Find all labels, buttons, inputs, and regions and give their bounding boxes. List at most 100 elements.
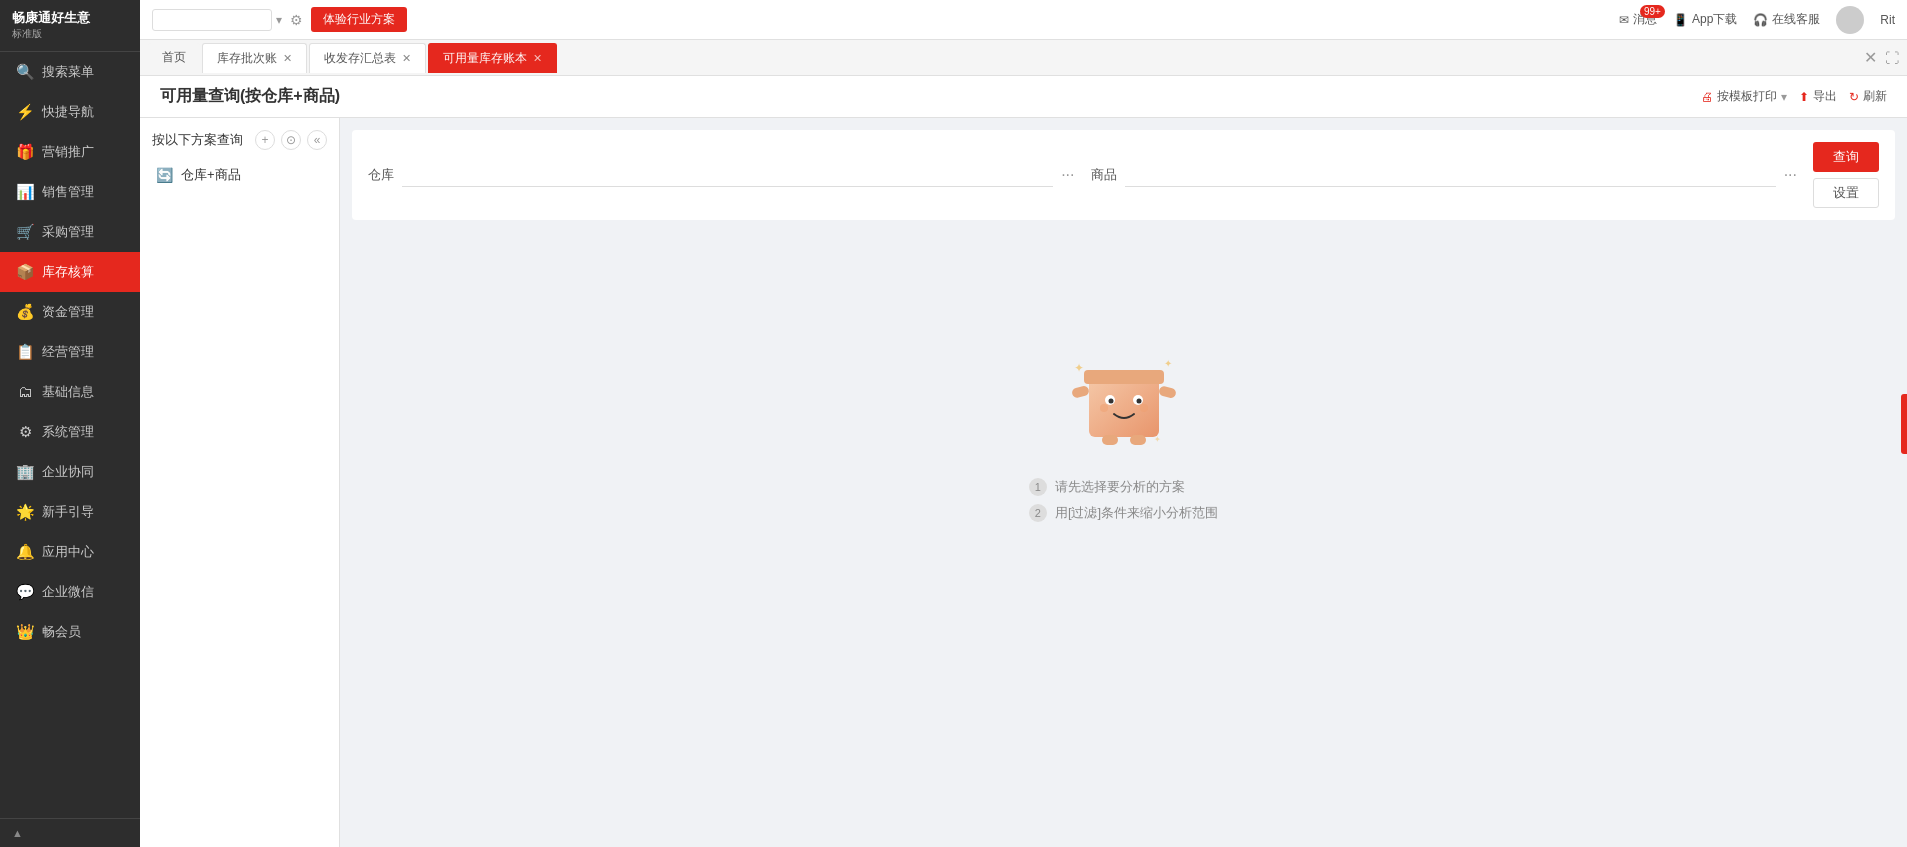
brand-name: 畅康通好生意 — [12, 10, 128, 27]
tab-receive-summary[interactable]: 收发存汇总表 ✕ — [309, 43, 426, 73]
hint-number-1: 1 — [1029, 478, 1047, 496]
message-icon: ✉ — [1619, 13, 1629, 27]
warehouse-more-icon[interactable]: ··· — [1061, 166, 1074, 184]
username[interactable]: Rit — [1880, 13, 1895, 27]
filter-header: 按以下方案查询 + ⊙ « — [140, 130, 339, 158]
sidebar-item-label: 企业微信 — [42, 583, 94, 601]
topbar-search-area: ▾ — [152, 9, 282, 31]
main-area: ▾ ⚙ 体验行业方案 ✉ 消息 99+ 📱 App下载 🎧 在线客服 — [140, 0, 1907, 847]
star-icon: 🌟 — [16, 503, 34, 521]
print-button[interactable]: 🖨 按模板打印 ▾ — [1701, 88, 1787, 105]
chat-icon: 💬 — [16, 583, 34, 601]
service-label: 在线客服 — [1772, 11, 1820, 28]
collapse-icon: ▲ — [12, 827, 23, 839]
tab-home[interactable]: 首页 — [148, 43, 200, 72]
svg-rect-9 — [1157, 385, 1176, 399]
tab-close-icon[interactable]: ✕ — [283, 52, 292, 65]
tab-close-icon[interactable]: ✕ — [533, 52, 542, 65]
sidebar-item-appcenter[interactable]: 🔔 应用中心 — [0, 532, 140, 572]
svg-text:✦: ✦ — [1074, 361, 1084, 375]
sidebar-item-search[interactable]: 🔍 搜索菜单 — [0, 52, 140, 92]
expand-icon[interactable]: ⛶ — [1885, 50, 1899, 66]
empty-hints: 1 请先选择要分析的方案 2 用[过滤]条件来缩小分析范围 — [1029, 478, 1218, 522]
sidebar-footer[interactable]: ▲ — [0, 818, 140, 847]
trial-button[interactable]: 体验行业方案 — [311, 7, 407, 32]
warehouse-input[interactable] — [402, 163, 1053, 187]
query-button[interactable]: 查询 — [1813, 142, 1879, 172]
window-close-icon[interactable]: ✕ — [1864, 48, 1877, 67]
sidebar-item-label: 销售管理 — [42, 183, 94, 201]
sidebar-item-label: 营销推广 — [42, 143, 94, 161]
folder-icon: 🗂 — [16, 383, 34, 400]
sidebar-item-member[interactable]: 👑 畅会员 — [0, 612, 140, 652]
page-title: 可用量查询(按仓库+商品) — [160, 86, 340, 107]
sidebar-item-enterprise[interactable]: 🏢 企业协同 — [0, 452, 140, 492]
sidebar-item-label: 资金管理 — [42, 303, 94, 321]
svg-text:✦: ✦ — [1154, 435, 1161, 444]
sidebar-item-inventory[interactable]: 📦 库存核算 — [0, 252, 140, 292]
message-button[interactable]: ✉ 消息 99+ — [1619, 11, 1657, 28]
crown-icon: 👑 — [16, 623, 34, 641]
settings-icon[interactable]: ⚙ — [290, 12, 303, 28]
bell-icon: 🔔 — [16, 543, 34, 561]
scheme-settings-button[interactable]: ⊙ — [281, 130, 301, 150]
sidebar-item-finance[interactable]: 💰 资金管理 — [0, 292, 140, 332]
sidebar-item-marketing[interactable]: 🎁 营销推广 — [0, 132, 140, 172]
online-service-button[interactable]: 🎧 在线客服 — [1753, 11, 1820, 28]
sidebar-item-wecom[interactable]: 💬 企业微信 — [0, 572, 140, 612]
search-input[interactable] — [152, 9, 272, 31]
clipboard-icon: 📋 — [16, 343, 34, 361]
tab-batch-ledger[interactable]: 库存批次账 ✕ — [202, 43, 307, 73]
scheme-title: 按以下方案查询 — [152, 131, 243, 149]
app-download-button[interactable]: 📱 App下载 — [1673, 11, 1737, 28]
sidebar-item-shortcut[interactable]: ⚡ 快捷导航 — [0, 92, 140, 132]
sidebar-item-system[interactable]: ⚙ 系统管理 — [0, 412, 140, 452]
svg-point-7 — [1140, 404, 1148, 412]
scheme-icon: 🔄 — [156, 167, 173, 183]
hint-number-2: 2 — [1029, 504, 1047, 522]
right-panel: 仓库 ··· 商品 ··· 查询 设置 — [340, 118, 1907, 847]
chart-icon: 📊 — [16, 183, 34, 201]
goods-field: 商品 ··· — [1091, 163, 1798, 187]
sidebar-item-label: 系统管理 — [42, 423, 94, 441]
collapse-panel-button[interactable]: « — [307, 130, 327, 150]
sidebar-item-label: 应用中心 — [42, 543, 94, 561]
sidebar-item-label: 经营管理 — [42, 343, 94, 361]
svg-rect-11 — [1130, 435, 1146, 445]
add-scheme-button[interactable]: + — [255, 130, 275, 150]
sidebar-item-purchase[interactable]: 🛒 采购管理 — [0, 212, 140, 252]
goods-more-icon[interactable]: ··· — [1784, 166, 1797, 184]
goods-label: 商品 — [1091, 166, 1117, 184]
sidebar-item-operation[interactable]: 📋 经营管理 — [0, 332, 140, 372]
sidebar-item-label: 基础信息 — [42, 383, 94, 401]
tab-close-icon[interactable]: ✕ — [402, 52, 411, 65]
warehouse-label: 仓库 — [368, 166, 394, 184]
tab-available-ledger[interactable]: 可用量库存账本 ✕ — [428, 43, 557, 73]
hint-text-1: 请先选择要分析的方案 — [1055, 478, 1185, 496]
refresh-label: 刷新 — [1863, 88, 1887, 105]
refresh-button[interactable]: ↻ 刷新 — [1849, 88, 1887, 105]
hint-text-2: 用[过滤]条件来缩小分析范围 — [1055, 504, 1218, 522]
printer-icon: 🖨 — [1701, 90, 1713, 104]
scheme-warehouse-goods[interactable]: 🔄 仓库+商品 — [140, 158, 339, 192]
print-chevron-icon[interactable]: ▾ — [1781, 90, 1787, 104]
goods-input[interactable] — [1125, 163, 1776, 187]
empty-state: ✦ ✦ ✦ 1 请先选择要分析的方案 2 用[过滤]条件来缩小分析范围 — [352, 232, 1895, 632]
filter-row: 仓库 ··· 商品 ··· 查询 设置 — [352, 130, 1895, 220]
export-button[interactable]: ⬆ 导出 — [1799, 88, 1837, 105]
sidebar-item-sales[interactable]: 📊 销售管理 — [0, 172, 140, 212]
left-filter-panel: 按以下方案查询 + ⊙ « 🔄 仓库+商品 — [140, 118, 340, 847]
tab-receive-label: 收发存汇总表 — [324, 50, 396, 67]
sidebar-item-newbie[interactable]: 🌟 新手引导 — [0, 492, 140, 532]
setting-button[interactable]: 设置 — [1813, 178, 1879, 208]
chevron-down-icon[interactable]: ▾ — [276, 13, 282, 27]
sidebar-header: 畅康通好生意 标准版 — [0, 0, 140, 52]
svg-point-4 — [1108, 399, 1113, 404]
building-icon: 🏢 — [16, 463, 34, 481]
page-actions: 🖨 按模板打印 ▾ ⬆ 导出 ↻ 刷新 — [1701, 88, 1887, 105]
svg-rect-8 — [1070, 385, 1089, 399]
tab-batch-ledger-label: 库存批次账 — [217, 50, 277, 67]
svg-rect-0 — [1089, 377, 1159, 437]
sidebar-item-basic[interactable]: 🗂 基础信息 — [0, 372, 140, 412]
headset-icon: 🎧 — [1753, 13, 1768, 27]
